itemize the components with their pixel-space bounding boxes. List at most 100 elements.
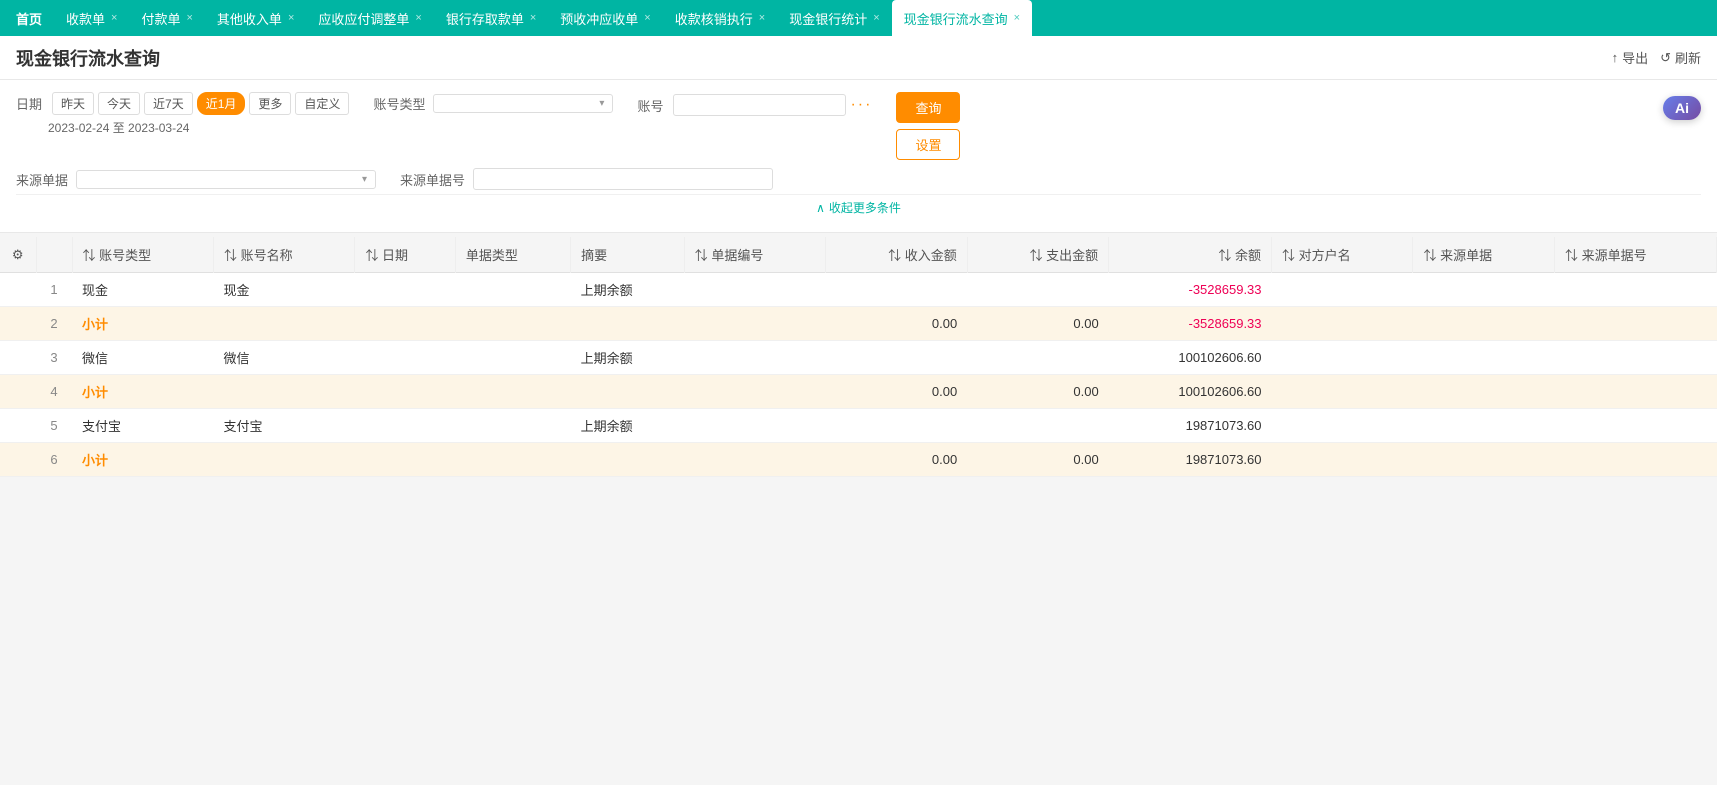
table-row: 4 小计 0.00 0.00 100102606.60: [0, 375, 1717, 409]
nav-payment[interactable]: 付款单 ×: [129, 0, 204, 36]
export-label: 导出: [1622, 48, 1648, 67]
td-source-doc-no-1: [1554, 307, 1716, 341]
th-balance[interactable]: ⇅ 余额: [1109, 237, 1272, 273]
td-counterpart-1: [1272, 307, 1413, 341]
th-source-doc[interactable]: ⇅ 来源单据: [1413, 237, 1554, 273]
th-doc-no[interactable]: ⇅ 单据编号: [684, 237, 825, 273]
th-gear[interactable]: ⚙: [0, 237, 36, 273]
th-source-doc-no[interactable]: ⇅ 来源单据号: [1554, 237, 1716, 273]
th-account-name[interactable]: ⇅ 账号名称: [213, 237, 354, 273]
export-button[interactable]: ↑ 导出: [1612, 48, 1649, 67]
date-more[interactable]: 更多: [249, 92, 291, 115]
export-icon: ↑: [1612, 50, 1619, 65]
nav-other-income-close[interactable]: ×: [288, 12, 294, 24]
th-expense[interactable]: ⇅ 支出金额: [967, 237, 1108, 273]
nav-bank-flow[interactable]: 现金银行流水查询 ×: [892, 0, 1032, 36]
th-income[interactable]: ⇅ 收入金额: [826, 237, 967, 273]
nav-collection-exec[interactable]: 收款核销执行 ×: [663, 0, 777, 36]
header-actions: ↑ 导出 ↺ 刷新: [1612, 48, 1701, 67]
nav-bank-flow-label: 现金银行流水查询: [904, 9, 1008, 28]
account-more-button[interactable]: ···: [850, 96, 872, 114]
th-account-type-label: ⇅ 账号类型: [83, 248, 152, 263]
td-doc-no-4: [684, 409, 825, 443]
nav-ar-ap-label: 应收应付调整单: [318, 9, 409, 28]
nav-ar-ap-close[interactable]: ×: [415, 12, 421, 24]
nav-bank-flow-close[interactable]: ×: [1014, 12, 1020, 24]
td-source-doc-5: [1413, 443, 1554, 477]
th-summary[interactable]: 摘要: [571, 237, 685, 273]
nav-collection-exec-close[interactable]: ×: [759, 12, 765, 24]
nav-receipt[interactable]: 收款单 ×: [54, 0, 129, 36]
th-date[interactable]: ⇅ 日期: [355, 237, 455, 273]
nav-bank-deposit-close[interactable]: ×: [530, 12, 536, 24]
td-doc-no-3: [684, 375, 825, 409]
td-income-5: 0.00: [826, 443, 967, 477]
page-header: 现金银行流水查询 ↑ 导出 ↺ 刷新: [0, 36, 1717, 80]
ai-badge[interactable]: Ai: [1663, 96, 1701, 120]
date-7days[interactable]: 近7天: [144, 92, 193, 115]
account-type-select[interactable]: ▾: [433, 94, 613, 113]
td-expense-3: 0.00: [967, 375, 1108, 409]
td-expense-0: [967, 273, 1108, 307]
gear-icon: ⚙: [12, 247, 24, 262]
nav-bank-deposit[interactable]: 银行存取款单 ×: [434, 0, 548, 36]
date-buttons: 昨天 今天 近7天 近1月 更多 自定义: [52, 92, 349, 115]
nav-ar-ap-adjust[interactable]: 应收应付调整单 ×: [306, 0, 433, 36]
th-counterpart-label: ⇅ 对方户名: [1282, 248, 1351, 263]
source-doc-chevron-icon: ▾: [362, 174, 367, 185]
nav-advance-offset-close[interactable]: ×: [644, 12, 650, 24]
th-seq: [36, 237, 72, 273]
date-1month[interactable]: 近1月: [197, 92, 246, 115]
td-balance-1: -3528659.33: [1109, 307, 1272, 341]
td-summary-1: [571, 307, 685, 341]
td-source-doc-1: [1413, 307, 1554, 341]
td-date-1: [355, 307, 455, 341]
settings-button[interactable]: 设置: [896, 129, 960, 160]
date-yesterday[interactable]: 昨天: [52, 92, 94, 115]
nav-other-income-label: 其他收入单: [217, 9, 282, 28]
td-balance-3: 100102606.60: [1109, 375, 1272, 409]
date-today[interactable]: 今天: [98, 92, 140, 115]
td-gear-5: [0, 443, 36, 477]
th-account-type[interactable]: ⇅ 账号类型: [72, 237, 213, 273]
th-doc-type[interactable]: 单据类型: [455, 237, 570, 273]
td-gear-3: [0, 375, 36, 409]
td-source-doc-no-0: [1554, 273, 1716, 307]
date-custom[interactable]: 自定义: [295, 92, 349, 115]
nav-advance-offset[interactable]: 预收冲应收单 ×: [548, 0, 662, 36]
td-account-name-4: 支付宝: [213, 409, 354, 443]
source-doc-no-input[interactable]: [473, 168, 773, 190]
td-income-0: [826, 273, 967, 307]
td-gear-2: [0, 341, 36, 375]
th-expense-label: ⇅ 支出金额: [1030, 248, 1099, 263]
td-balance-0: -3528659.33: [1109, 273, 1272, 307]
td-account-type-0: 现金: [72, 273, 213, 307]
td-account-name-1: [213, 307, 354, 341]
source-doc-select[interactable]: ▾: [76, 170, 376, 189]
nav-payment-close[interactable]: ×: [186, 12, 192, 24]
refresh-button[interactable]: ↺ 刷新: [1660, 48, 1701, 67]
td-expense-4: [967, 409, 1108, 443]
nav-home[interactable]: 首页: [4, 0, 54, 36]
query-button[interactable]: 查询: [896, 92, 960, 123]
th-income-label: ⇅ 收入金额: [888, 248, 957, 263]
nav-bank-stat-close[interactable]: ×: [873, 12, 879, 24]
collapse-up-icon: ∧: [816, 201, 825, 215]
nav-other-income[interactable]: 其他收入单 ×: [205, 0, 306, 36]
account-input[interactable]: [673, 94, 846, 116]
nav-bank-stat[interactable]: 现金银行统计 ×: [777, 0, 891, 36]
table-row: 6 小计 0.00 0.00 19871073.60: [0, 443, 1717, 477]
page-title: 现金银行流水查询: [16, 45, 160, 71]
nav-receipt-close[interactable]: ×: [111, 12, 117, 24]
td-summary-4: 上期余额: [571, 409, 685, 443]
collapse-button[interactable]: ∧ 收起更多条件: [16, 194, 1701, 220]
th-counterpart[interactable]: ⇅ 对方户名: [1272, 237, 1413, 273]
nav-bank-deposit-label: 银行存取款单: [446, 9, 524, 28]
td-seq-0: 1: [36, 273, 72, 307]
td-doc-type-4: [455, 409, 570, 443]
td-summary-5: [571, 443, 685, 477]
collapse-label: 收起更多条件: [829, 199, 901, 216]
td-date-0: [355, 273, 455, 307]
filter-main: 日期 昨天 今天 近7天 近1月 更多 自定义 2023-02-24 至 202…: [16, 92, 1701, 190]
table-row: 5 支付宝 支付宝 上期余额 19871073.60: [0, 409, 1717, 443]
